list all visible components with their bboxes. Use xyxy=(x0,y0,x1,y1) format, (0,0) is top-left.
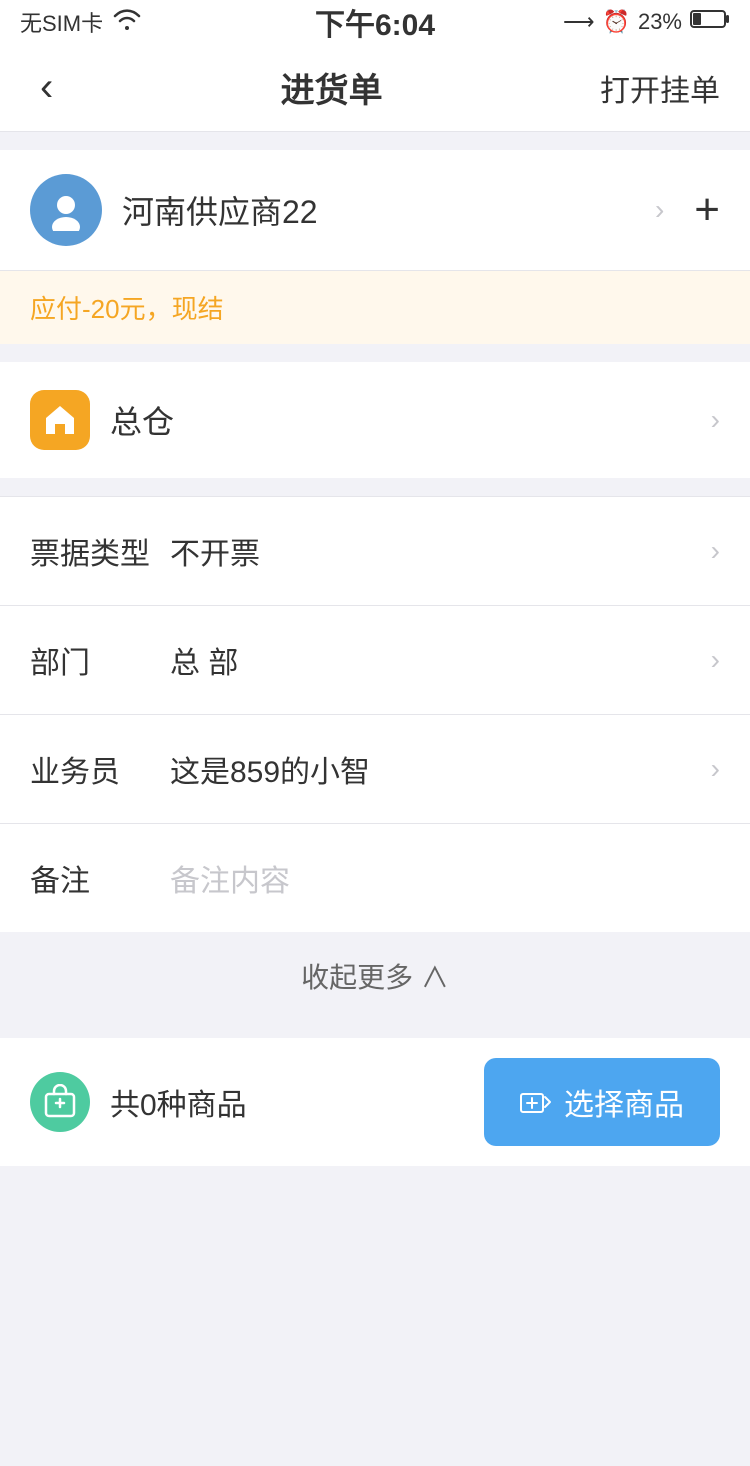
remark-label: 备注 xyxy=(30,856,170,900)
remark-row[interactable]: 备注 备注内容 xyxy=(0,823,750,932)
select-product-button[interactable]: 选择商品 xyxy=(484,1058,720,1146)
status-bar: 无SIM卡 下午6:04 ⟶ ⏰ 23% xyxy=(0,0,750,44)
status-left: 无SIM卡 xyxy=(20,6,141,38)
department-label: 部门 xyxy=(30,638,170,682)
department-chevron-icon: › xyxy=(711,644,720,676)
supplier-card: 河南供应商22 › + 应付-20元，现结 xyxy=(0,150,750,344)
status-time: 下午6:04 xyxy=(315,0,435,44)
gap-3 xyxy=(0,478,750,496)
salesman-row[interactable]: 业务员 这是859的小智 › xyxy=(0,714,750,823)
status-right: ⟶ ⏰ 23% xyxy=(563,9,730,35)
select-product-icon xyxy=(520,1085,552,1119)
wifi-icon xyxy=(113,8,141,36)
notice-bar: 应付-20元，现结 xyxy=(0,271,750,344)
supplier-name: 河南供应商22 xyxy=(122,187,655,233)
battery-icon xyxy=(690,9,730,35)
salesman-value: 这是859的小智 xyxy=(170,747,711,791)
select-product-label: 选择商品 xyxy=(564,1080,684,1124)
nav-bar: ‹ 进货单 打开挂单 xyxy=(0,44,750,132)
invoice-chevron-icon: › xyxy=(711,535,720,567)
supplier-avatar xyxy=(30,174,102,246)
salesman-chevron-icon: › xyxy=(711,753,720,785)
warehouse-card: 总仓 › xyxy=(0,362,750,478)
add-supplier-button[interactable]: + xyxy=(694,188,720,232)
warehouse-name: 总仓 xyxy=(110,397,711,443)
alarm-icon: ⏰ xyxy=(603,9,630,35)
collapse-button[interactable]: 收起更多 ∧ xyxy=(0,932,750,1020)
supplier-row[interactable]: 河南供应商22 › + xyxy=(0,150,750,271)
gap-2 xyxy=(0,344,750,362)
gap-1 xyxy=(0,132,750,150)
page-title: 进货单 xyxy=(281,63,383,112)
department-row[interactable]: 部门 总 部 › xyxy=(0,605,750,714)
invoice-row[interactable]: 票据类型 不开票 › xyxy=(0,496,750,605)
gap-4 xyxy=(0,1020,750,1038)
warehouse-icon xyxy=(30,390,90,450)
warehouse-row[interactable]: 总仓 › xyxy=(0,362,750,478)
battery-label: 23% xyxy=(638,9,682,35)
form-card: 票据类型 不开票 › 部门 总 部 › 业务员 这是859的小智 › 备注 备注… xyxy=(0,496,750,932)
product-icon xyxy=(30,1072,90,1132)
remark-input[interactable]: 备注内容 xyxy=(170,856,720,900)
location-icon: ⟶ xyxy=(563,9,595,35)
notice-text: 应付-20元，现结 xyxy=(30,294,224,324)
salesman-label: 业务员 xyxy=(30,747,170,791)
open-hang-button[interactable]: 打开挂单 xyxy=(600,66,720,110)
content-area xyxy=(0,1166,750,1466)
collapse-label: 收起更多 ∧ xyxy=(301,956,449,996)
supplier-chevron-icon: › xyxy=(655,194,664,226)
invoice-value: 不开票 xyxy=(170,529,711,573)
product-count: 共0种商品 xyxy=(110,1080,464,1124)
bottom-bar: 共0种商品 选择商品 xyxy=(0,1038,750,1166)
warehouse-chevron-icon: › xyxy=(711,404,720,436)
invoice-label: 票据类型 xyxy=(30,529,170,573)
carrier-label: 无SIM卡 xyxy=(20,6,103,38)
department-value: 总 部 xyxy=(170,638,711,682)
back-button[interactable]: ‹ xyxy=(30,55,63,120)
